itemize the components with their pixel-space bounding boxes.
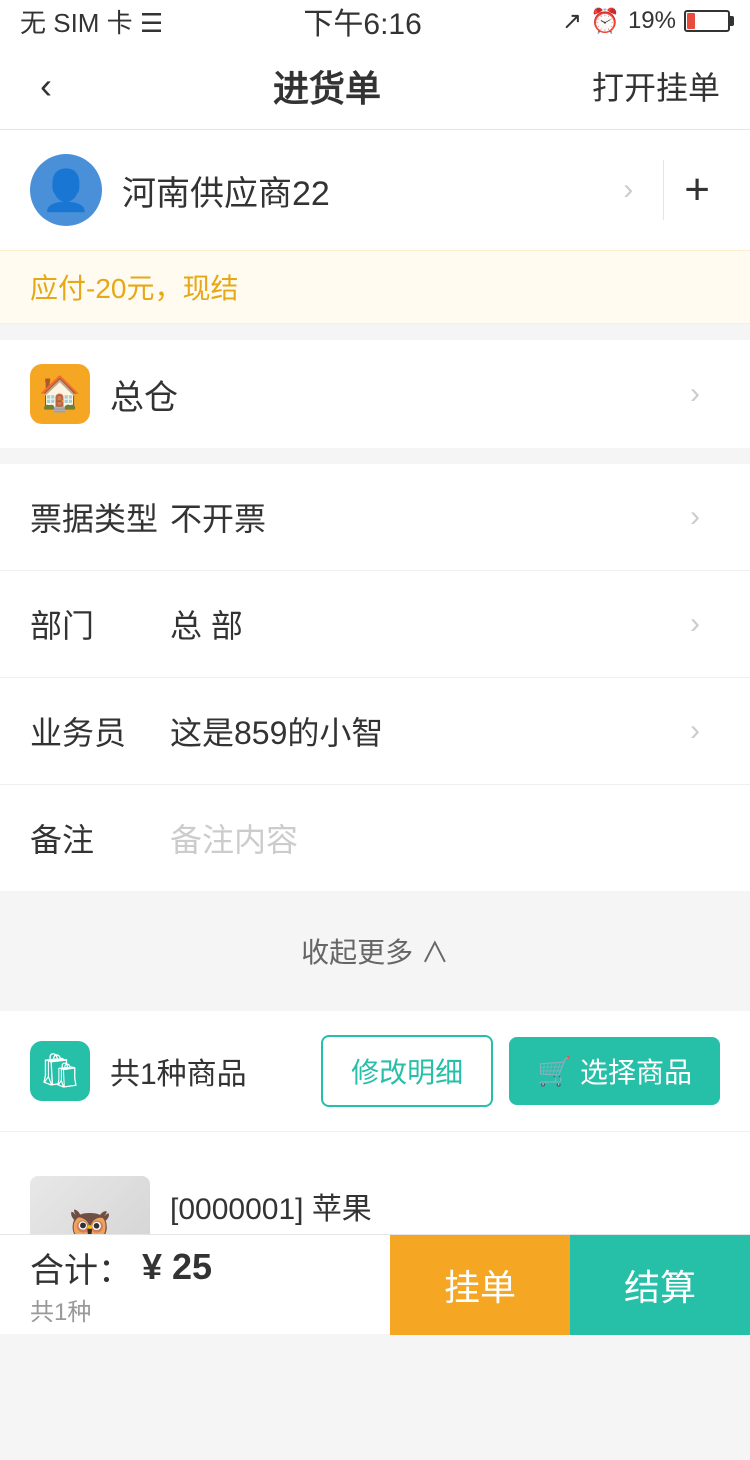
invoice-type-row[interactable]: 票据类型 不开票 › (0, 464, 750, 571)
location-icon: ↗ (562, 7, 582, 36)
alarm-icon: ⏰ (590, 7, 620, 36)
status-time: 下午6:16 (303, 0, 421, 43)
house-icon: 🏠 (39, 374, 81, 414)
warehouse-name: 总仓 (110, 370, 690, 419)
remark-placeholder[interactable]: 备注内容 (170, 815, 720, 861)
bag-icon: 🛍 (38, 1051, 81, 1091)
select-product-label: 选择商品 (580, 1051, 692, 1091)
total-line: 合计： ¥ 25 (30, 1243, 360, 1292)
add-button[interactable]: + (674, 165, 720, 215)
chevron-right-icon: › (690, 714, 700, 748)
select-product-button[interactable]: 🛒 选择商品 (509, 1037, 720, 1105)
product-name-text: 苹果 (312, 1193, 372, 1226)
warehouse-row[interactable]: 🏠 总仓 › (0, 340, 750, 448)
salesperson-label: 业务员 (30, 708, 170, 754)
department-label: 部门 (30, 601, 170, 647)
bottom-bar: 合计： ¥ 25 共1种 挂单 结算 (0, 1234, 750, 1334)
open-hang-button[interactable]: 打开挂单 (592, 63, 720, 109)
product-name: [0000001] 苹果 (170, 1184, 668, 1228)
battery-icon (684, 10, 730, 32)
products-icon: 🛍 (30, 1041, 90, 1101)
status-right: ↗ ⏰ 19% (562, 7, 730, 36)
products-header: 🛍 共1种商品 修改明细 🛒 选择商品 (0, 1011, 750, 1132)
chevron-right-icon: › (690, 500, 700, 534)
signal-text: 无 SIM 卡 ☰ (20, 3, 163, 40)
page-title: 进货单 (273, 60, 381, 112)
products-count: 共1种商品 (110, 1049, 321, 1093)
total-label: 合计： (30, 1243, 132, 1292)
salesperson-value: 这是859的小智 (170, 708, 690, 754)
remark-row[interactable]: 备注 备注内容 (0, 785, 750, 891)
invoice-type-value: 不开票 (170, 494, 690, 540)
chevron-right-icon: › (690, 377, 700, 411)
battery-percent: 19% (628, 7, 676, 35)
warning-banner: 应付-20元，现结 (0, 250, 750, 324)
nav-bar: ‹ 进货单 打开挂单 (0, 42, 750, 130)
invoice-type-label: 票据类型 (30, 494, 170, 540)
chevron-right-icon: › (623, 173, 633, 207)
warehouse-section[interactable]: 🏠 总仓 › (0, 340, 750, 448)
collapse-button[interactable]: 收起更多 ∧ (0, 907, 750, 995)
cart-icon: 🛒 (537, 1055, 572, 1088)
salesperson-row[interactable]: 业务员 这是859的小智 › (0, 678, 750, 785)
back-button[interactable]: ‹ (30, 55, 62, 117)
department-row[interactable]: 部门 总 部 › (0, 571, 750, 678)
warehouse-icon: 🏠 (30, 364, 90, 424)
remark-label: 备注 (30, 815, 170, 861)
supplier-avatar: 👤 (30, 154, 102, 226)
supplier-name: 河南供应商22 (122, 166, 623, 215)
edit-detail-button[interactable]: 修改明细 (321, 1035, 493, 1107)
total-amount: ¥ 25 (142, 1246, 212, 1288)
supplier-section: 👤 河南供应商22 › + 应付-20元，现结 (0, 130, 750, 324)
hang-button[interactable]: 挂单 (390, 1235, 570, 1335)
product-code: [0000001] (170, 1193, 303, 1226)
avatar-icon: 👤 (41, 167, 91, 214)
status-bar: 无 SIM 卡 ☰ 下午6:16 ↗ ⏰ 19% (0, 0, 750, 42)
status-left: 无 SIM 卡 ☰ (20, 3, 163, 40)
vertical-divider (663, 160, 664, 220)
supplier-row[interactable]: 👤 河南供应商22 › + (0, 130, 750, 250)
total-sub: 共1种 (30, 1292, 360, 1327)
total-area: 合计： ¥ 25 共1种 (0, 1243, 390, 1327)
department-value: 总 部 (170, 601, 690, 647)
settle-button[interactable]: 结算 (570, 1235, 750, 1335)
chevron-right-icon: › (690, 607, 700, 641)
form-section: 票据类型 不开票 › 部门 总 部 › 业务员 这是859的小智 › 备注 备注… (0, 464, 750, 891)
